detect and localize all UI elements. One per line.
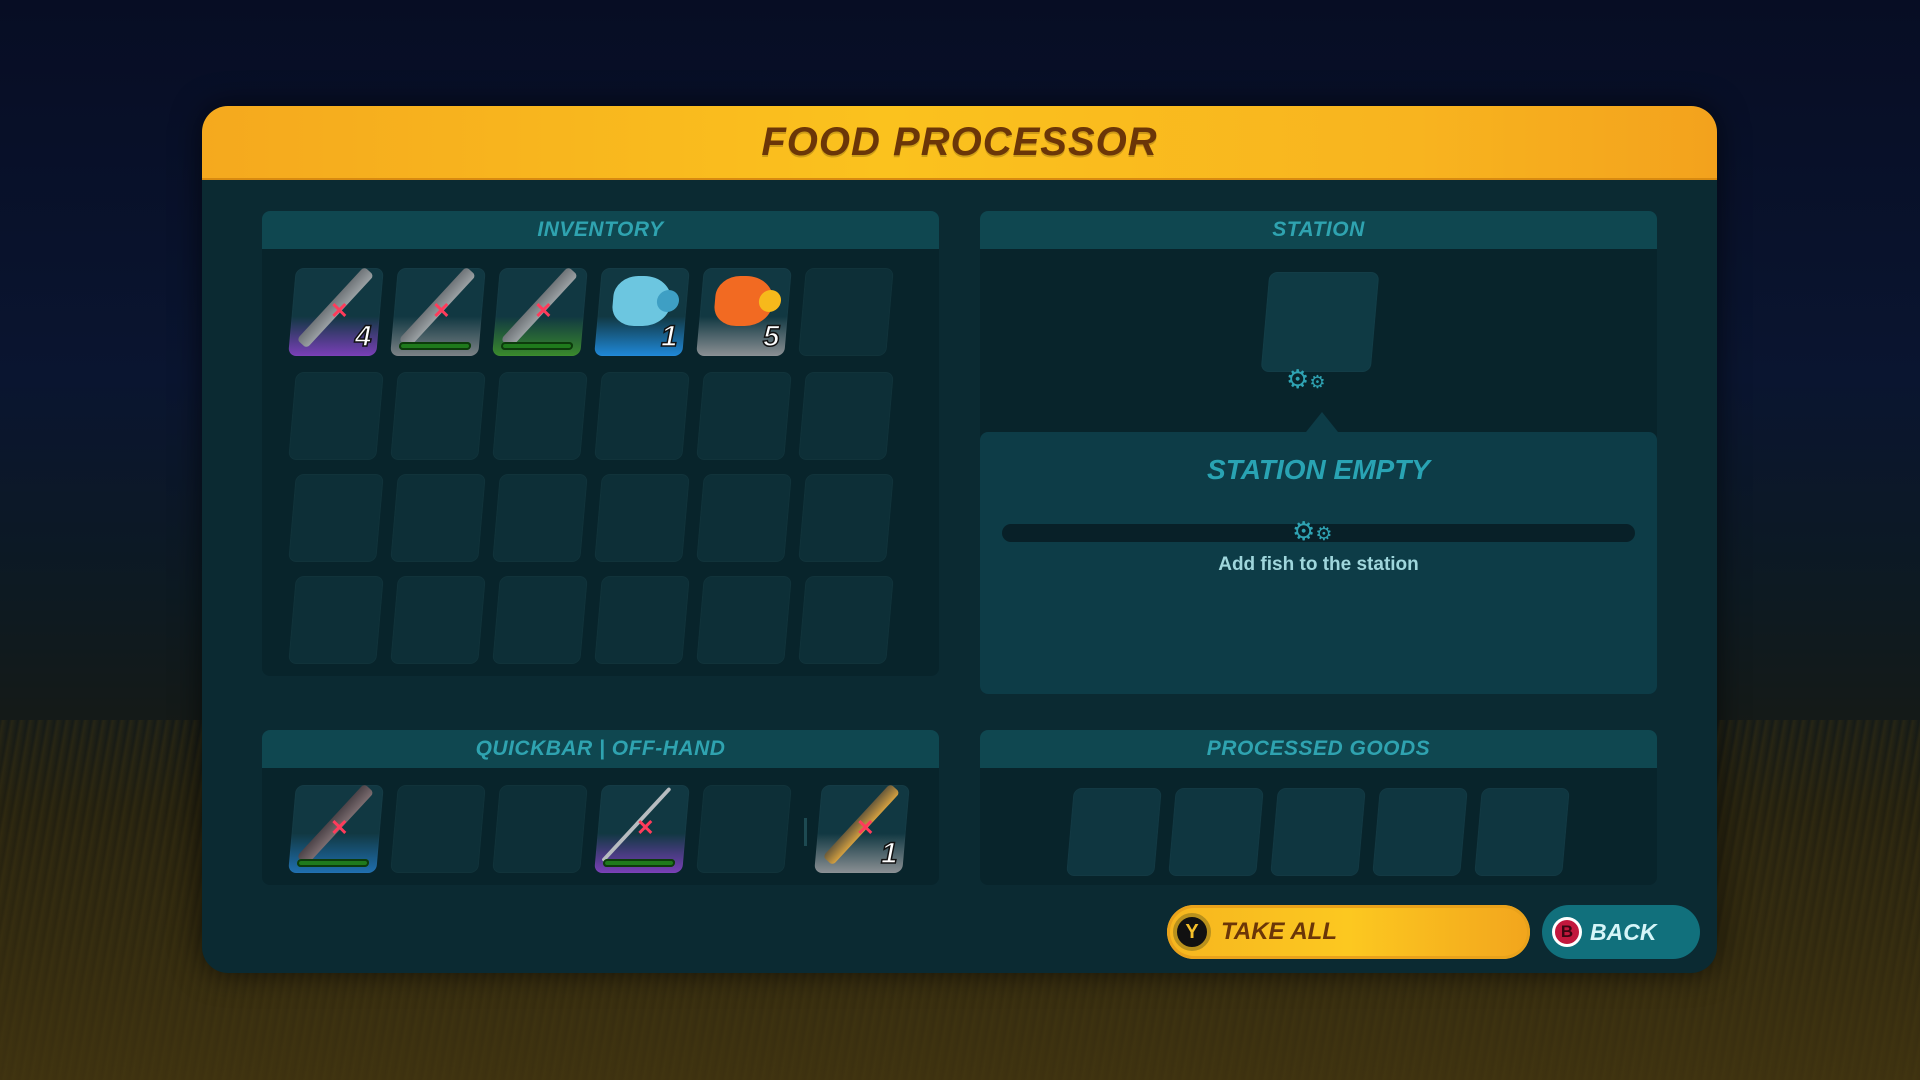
item-quantity: 1 — [880, 836, 898, 871]
empty-slot[interactable] — [798, 474, 894, 562]
unusable-mark-icon: ✕ — [432, 298, 451, 323]
slot-fishing-rod[interactable]: ✕ — [594, 785, 690, 873]
processed-goods-label: PROCESSED GOODS — [1206, 737, 1431, 760]
station-label: STATION — [1272, 218, 1365, 241]
station-input-slot[interactable] — [1260, 272, 1380, 372]
empty-slot[interactable] — [594, 372, 690, 460]
processed-goods-slot[interactable] — [1372, 788, 1468, 876]
station-header: STATION — [980, 211, 1657, 249]
b-button-icon: B — [1552, 917, 1582, 947]
empty-slot[interactable] — [594, 576, 690, 664]
durability-bar — [296, 859, 370, 867]
item-quantity: 1 — [660, 319, 678, 354]
empty-slot[interactable] — [492, 785, 588, 873]
take-all-label: TAKE ALL — [1221, 918, 1337, 945]
slot-blue-fish[interactable]: 1 — [594, 268, 690, 356]
blue-fish-icon — [610, 276, 680, 326]
empty-slot[interactable] — [288, 576, 384, 664]
empty-slot[interactable] — [798, 372, 894, 460]
gears-icon: ⚙⚙ — [1286, 364, 1326, 394]
processed-goods-slot[interactable] — [1474, 788, 1570, 876]
durability-bar — [500, 342, 574, 350]
station-hint: Add fish to the station — [1218, 554, 1419, 575]
take-all-button[interactable]: Y TAKE ALL — [1167, 905, 1530, 959]
empty-slot[interactable] — [492, 372, 588, 460]
processed-goods-slot[interactable] — [1270, 788, 1366, 876]
unusable-mark-icon: ✕ — [636, 815, 655, 840]
back-button[interactable]: B BACK — [1542, 905, 1700, 959]
orange-fish-icon — [712, 276, 782, 326]
slot-fishing-tool[interactable]: ✕ 4 — [288, 266, 384, 356]
item-quantity: 4 — [354, 319, 372, 354]
slot-knife[interactable]: ✕ — [390, 266, 486, 356]
fin-icon — [758, 290, 782, 312]
processed-goods-slot[interactable] — [1168, 788, 1264, 876]
empty-slot[interactable] — [594, 474, 690, 562]
window-title: FOOD PROCESSOR — [761, 119, 1158, 164]
y-button-icon: Y — [1173, 913, 1211, 951]
empty-slot[interactable] — [390, 576, 486, 664]
window-header: FOOD PROCESSOR — [202, 106, 1717, 180]
empty-slot[interactable] — [696, 474, 792, 562]
station-pointer — [1306, 412, 1338, 432]
slot-orange-fish[interactable]: 5 — [696, 268, 792, 356]
quickbar-header: QUICKBAR | OFF-HAND — [262, 730, 939, 768]
empty-slot[interactable] — [798, 576, 894, 664]
durability-bar — [602, 859, 676, 867]
slot-knife[interactable]: ✕ — [492, 266, 588, 356]
processed-goods-slot[interactable] — [1066, 788, 1162, 876]
empty-slot[interactable] — [696, 785, 792, 873]
empty-slot[interactable] — [696, 576, 792, 664]
progress-gears-icon: ⚙⚙ — [1292, 516, 1333, 546]
station-status-title: STATION EMPTY — [1207, 454, 1430, 485]
item-quantity: 5 — [762, 319, 780, 354]
inventory-label: INVENTORY — [537, 218, 664, 241]
unusable-mark-icon: ✕ — [856, 815, 875, 840]
durability-bar — [398, 342, 472, 350]
back-label: BACK — [1590, 918, 1657, 945]
unusable-mark-icon: ✕ — [330, 298, 349, 323]
quickbar-label: QUICKBAR | OFF-HAND — [475, 737, 726, 760]
empty-slot[interactable] — [288, 372, 384, 460]
empty-slot[interactable] — [798, 268, 894, 356]
empty-slot[interactable] — [390, 474, 486, 562]
inventory-header: INVENTORY — [262, 211, 939, 249]
empty-slot[interactable] — [696, 372, 792, 460]
unusable-mark-icon: ✕ — [330, 815, 349, 840]
unusable-mark-icon: ✕ — [534, 298, 553, 323]
empty-slot[interactable] — [492, 576, 588, 664]
offhand-divider — [804, 818, 807, 846]
slot-torch[interactable]: ✕ 1 — [814, 783, 910, 873]
empty-slot[interactable] — [288, 474, 384, 562]
fin-icon — [656, 290, 680, 312]
processed-goods-header: PROCESSED GOODS — [980, 730, 1657, 768]
empty-slot[interactable] — [390, 785, 486, 873]
station-status-box: STATION EMPTY ⚙⚙ Add fish to the station — [980, 432, 1657, 694]
empty-slot[interactable] — [492, 474, 588, 562]
empty-slot[interactable] — [390, 372, 486, 460]
slot-sword[interactable]: ✕ — [288, 783, 384, 873]
